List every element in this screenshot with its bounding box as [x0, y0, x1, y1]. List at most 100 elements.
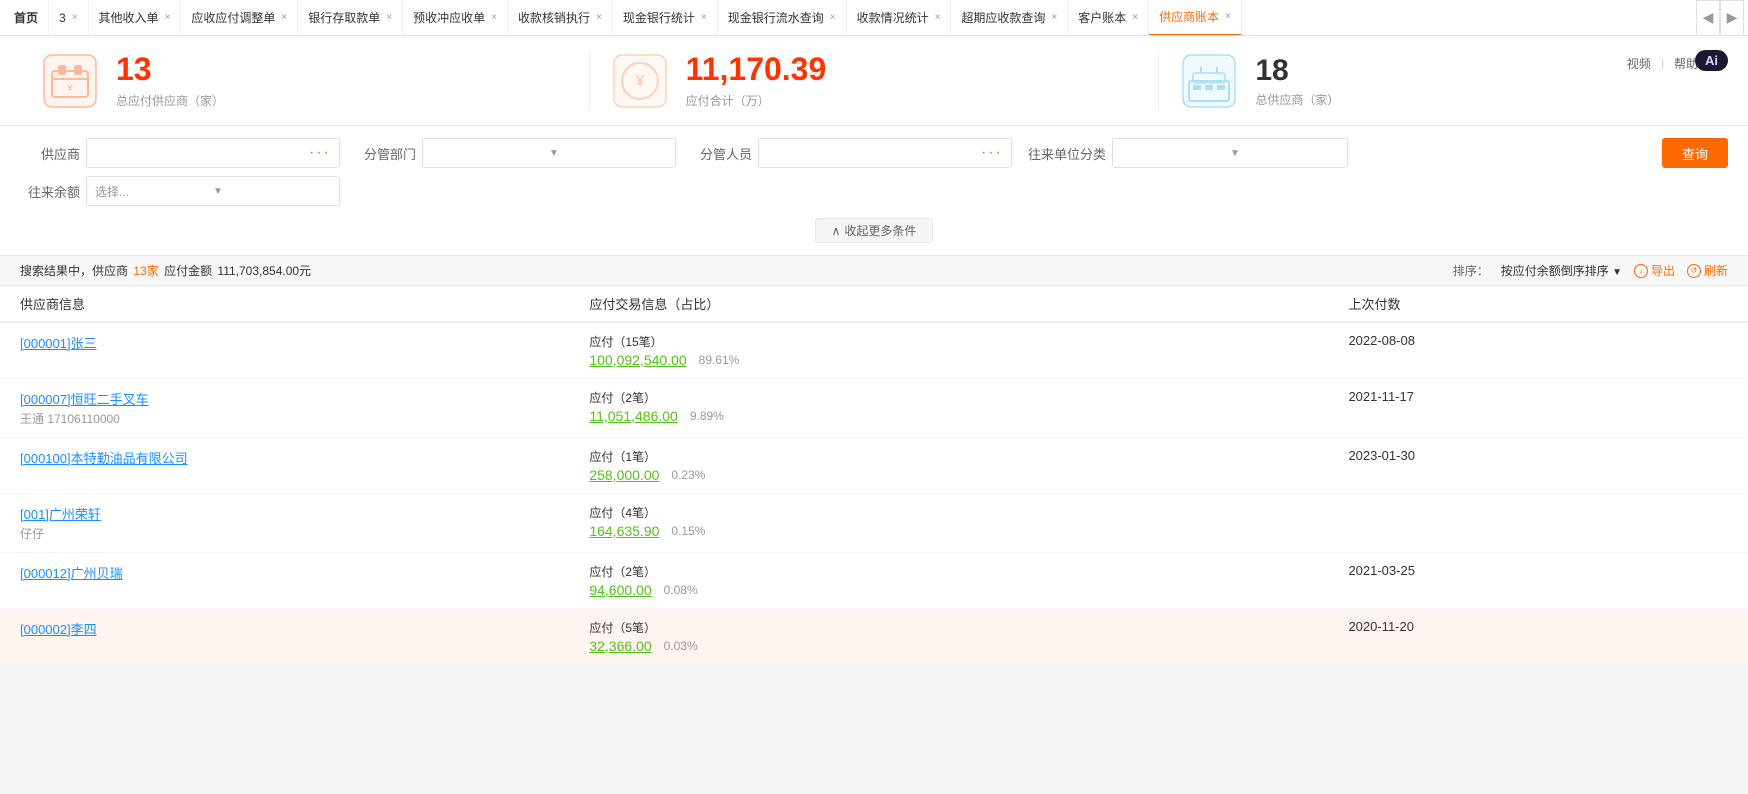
person-dots-icon[interactable]: ···: [981, 144, 1003, 162]
card3-number: 18: [1255, 54, 1339, 87]
transaction-cell-3: 应付（4笔） 164,635.90 0.15%: [589, 504, 1348, 539]
txn-pct-0: 89.61%: [699, 353, 740, 367]
txn-amount-4[interactable]: 94,600.00: [589, 582, 651, 598]
summary-bar: ¥ 13 总应付供应商（家） ¥ 11,170.39 应付合计（万）: [0, 36, 1748, 126]
unit-type-select[interactable]: ▼: [1112, 138, 1348, 168]
nav-receipt-execution[interactable]: 收款核销执行 ×: [508, 0, 613, 36]
close-icon[interactable]: ×: [72, 12, 78, 23]
nav-next-arrow[interactable]: ▶: [1720, 0, 1744, 36]
supplier-dots-icon[interactable]: ···: [309, 144, 331, 162]
txn-label-2: 应付（1笔）: [589, 448, 1348, 465]
filter-row-1: 供应商 ··· 分管部门 ▼ 分管人员 ··· 往来单位分类: [20, 138, 1728, 168]
supplier-link-0[interactable]: [000001]张三: [20, 336, 97, 351]
refresh-button[interactable]: ↺ 刷新: [1687, 262, 1728, 279]
supplier-link-3[interactable]: [001]广州荣轩: [20, 507, 101, 522]
close-icon[interactable]: ×: [281, 12, 287, 23]
supplier-link-4[interactable]: [000012]广州贝瑞: [20, 566, 123, 581]
filter-department: 分管部门 ▼: [356, 138, 676, 168]
close-icon[interactable]: ×: [165, 12, 171, 23]
txn-amount-3[interactable]: 164,635.90: [589, 523, 659, 539]
txn-label-3: 应付（4笔）: [589, 504, 1348, 521]
nav-supplier-ledger[interactable]: 供应商账本 ×: [1149, 0, 1242, 36]
close-icon[interactable]: ×: [1051, 12, 1057, 23]
department-select[interactable]: ▼: [422, 138, 676, 168]
summary-card-payable-suppliers: ¥ 13 总应付供应商（家）: [20, 51, 590, 111]
supplier-link-1[interactable]: [000007]恒旺二手叉车: [20, 392, 149, 407]
nav-home[interactable]: 首页: [4, 0, 49, 36]
close-icon[interactable]: ×: [701, 12, 707, 23]
txn-pct-4: 0.08%: [664, 583, 698, 597]
nav-tab-3[interactable]: 3 ×: [49, 0, 89, 36]
txn-pct-3: 0.15%: [671, 524, 705, 538]
ap-total-icon: ¥: [610, 51, 670, 111]
txn-pct-1: 9.89%: [690, 409, 724, 423]
txn-pct-2: 0.23%: [671, 468, 705, 482]
close-icon[interactable]: ×: [1132, 12, 1138, 23]
table-row: [001]广州荣轩 仔仔 应付（4笔） 164,635.90 0.15%: [0, 494, 1748, 553]
nav-prev-arrow[interactable]: ◀: [1696, 0, 1720, 36]
card1-number: 13: [116, 52, 224, 87]
result-actions: 排序： 按应付余额倒序排序 ▼ ↓ 导出 ↺ 刷新: [1453, 262, 1728, 279]
supplier-link-2[interactable]: [000100]本特勤油品有限公司: [20, 451, 188, 466]
export-button[interactable]: ↓ 导出: [1634, 262, 1675, 279]
filter-balance-label: 往来余额: [20, 182, 80, 201]
col-header-transaction: 应付交易信息（占比）: [589, 294, 1348, 313]
close-icon[interactable]: ×: [491, 12, 497, 23]
nav-customer-ledger[interactable]: 客户账本 ×: [1068, 0, 1149, 36]
svg-text:¥: ¥: [66, 83, 73, 94]
card2-number: 11,170.39: [686, 52, 827, 87]
filter-unit-type-label: 往来单位分类: [1028, 144, 1106, 163]
nav-prepayment[interactable]: 预收冲应收单 ×: [403, 0, 508, 36]
transaction-cell-2: 应付（1笔） 258,000.00 0.23%: [589, 448, 1348, 483]
nav-ar-ap-adjustment[interactable]: 应收应付调整单 ×: [181, 0, 298, 36]
supplier-sub-1: 王通 17106110000: [20, 410, 589, 427]
ai-badge[interactable]: Ai: [1695, 50, 1728, 71]
transaction-cell-1: 应付（2笔） 11,051,486.00 9.89%: [589, 389, 1348, 424]
result-bar: 搜索结果中，供应商 13家 应付金额 111,703,854.00元 排序： 按…: [0, 256, 1748, 286]
txn-amount-0[interactable]: 100,092,540.00: [589, 352, 686, 368]
filter-supplier: 供应商 ···: [20, 138, 340, 168]
supplier-sub-3: 仔仔: [20, 525, 589, 542]
txn-amount-row-2: 258,000.00 0.23%: [589, 467, 1348, 483]
nav-bank-deposit[interactable]: 银行存取款单 ×: [298, 0, 403, 36]
table-row: [000100]本特勤油品有限公司 应付（1笔） 258,000.00 0.23…: [0, 438, 1748, 494]
txn-label-4: 应付（2笔）: [589, 563, 1348, 580]
table-row: [000001]张三 应付（15笔） 100,092,540.00 89.61%…: [0, 323, 1748, 379]
table-row: [000002]李四 应付（5笔） 32,366.00 0.03% 2020-1…: [0, 609, 1748, 665]
sort-value[interactable]: 按应付余额倒序排序 ▼: [1501, 262, 1622, 279]
collapse-label: 收起更多条件: [844, 222, 916, 239]
nav-other-income[interactable]: 其他收入单 ×: [89, 0, 182, 36]
table-body: [000001]张三 应付（15笔） 100,092,540.00 89.61%…: [0, 323, 1748, 665]
person-input[interactable]: ···: [758, 138, 1012, 168]
col-header-lastpay: 上次付数: [1348, 294, 1728, 313]
nav-cash-bank-stats[interactable]: 现金银行统计 ×: [613, 0, 718, 36]
txn-amount-1[interactable]: 11,051,486.00: [589, 408, 678, 424]
collapse-button[interactable]: ∧ 收起更多条件: [815, 218, 934, 243]
result-text: 搜索结果中，供应商 13家 应付金额 111,703,854.00元: [20, 262, 311, 279]
transaction-cell-5: 应付（5笔） 32,366.00 0.03%: [589, 619, 1348, 654]
video-link[interactable]: 视频: [1627, 55, 1651, 72]
payable-suppliers-icon: ¥: [40, 51, 100, 111]
txn-amount-5[interactable]: 32,366.00: [589, 638, 651, 654]
txn-amount-2[interactable]: 258,000.00: [589, 467, 659, 483]
supplier-link-5[interactable]: [000002]李四: [20, 622, 97, 637]
nav-overdue-ar[interactable]: 超期应收款查询 ×: [951, 0, 1068, 36]
close-icon[interactable]: ×: [830, 12, 836, 23]
lastpay-cell-0: 2022-08-08: [1348, 333, 1728, 348]
lastpay-cell-4: 2021-03-25: [1348, 563, 1728, 578]
nav-receipt-stats[interactable]: 收款情况统计 ×: [847, 0, 952, 36]
transaction-cell-4: 应付（2笔） 94,600.00 0.08%: [589, 563, 1348, 598]
txn-label-0: 应付（15笔）: [589, 333, 1348, 350]
close-icon[interactable]: ×: [386, 12, 392, 23]
filter-area: 供应商 ··· 分管部门 ▼ 分管人员 ··· 往来单位分类: [0, 126, 1748, 256]
txn-amount-row-0: 100,092,540.00 89.61%: [589, 352, 1348, 368]
close-icon[interactable]: ×: [596, 12, 602, 23]
close-icon[interactable]: ×: [935, 12, 941, 23]
query-button[interactable]: 查询: [1662, 138, 1728, 168]
col-header-supplier: 供应商信息: [20, 294, 589, 313]
transaction-cell-0: 应付（15笔） 100,092,540.00 89.61%: [589, 333, 1348, 368]
nav-cash-flow[interactable]: 现金银行流水查询 ×: [718, 0, 847, 36]
balance-select[interactable]: 选择... ▼: [86, 176, 340, 206]
close-icon[interactable]: ×: [1225, 11, 1231, 22]
supplier-input[interactable]: ···: [86, 138, 340, 168]
